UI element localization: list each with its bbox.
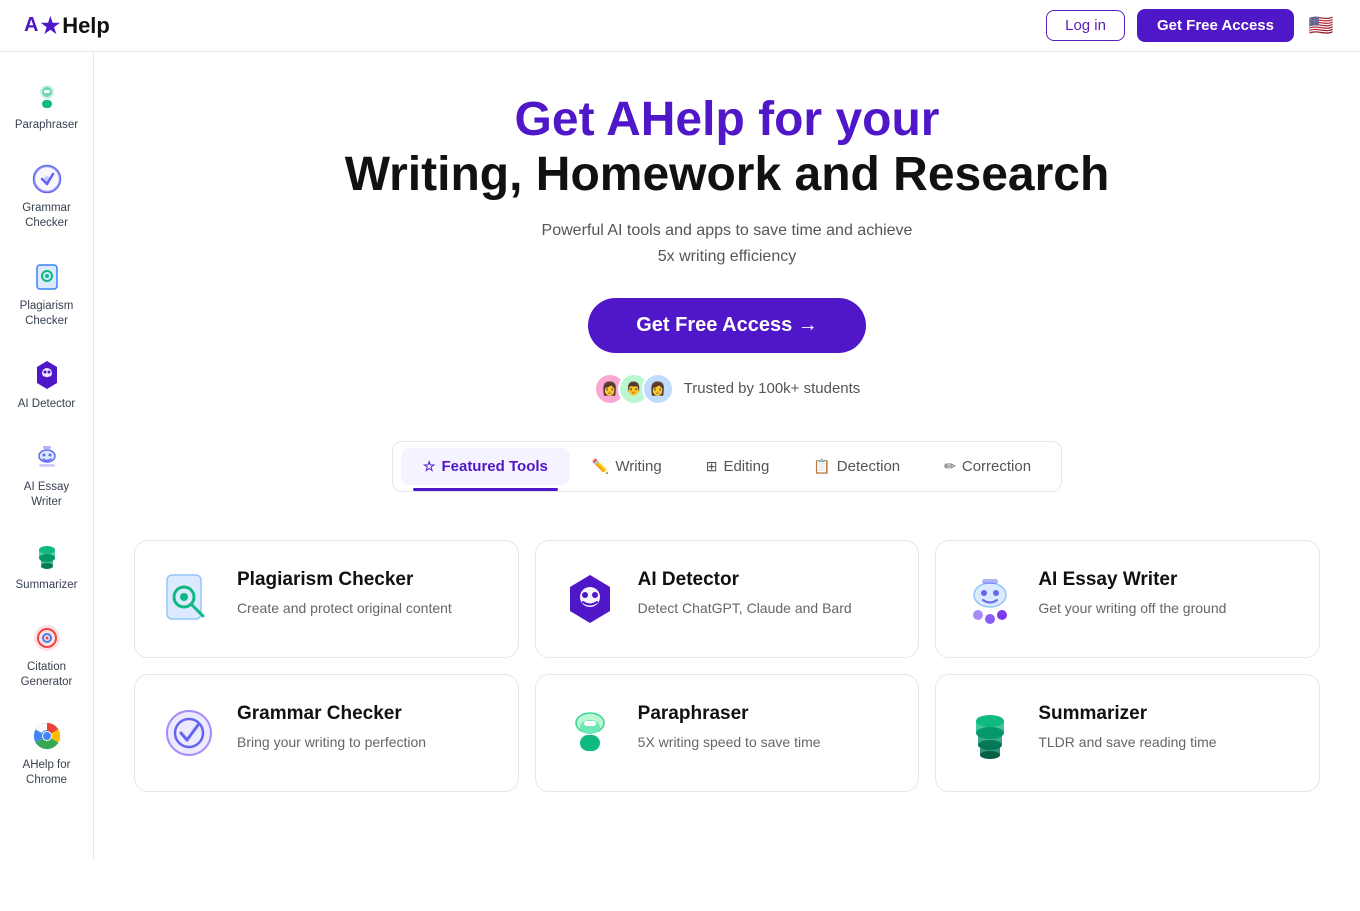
login-button[interactable]: Log in [1046, 10, 1125, 41]
sidebar-item-label: Paraphraser [15, 118, 78, 133]
ai-detector-icon [29, 357, 65, 393]
sidebar-item-ahelp-chrome[interactable]: AHelp for Chrome [6, 708, 88, 798]
tool-card-grammar-checker[interactable]: Grammar Checker Bring your writing to pe… [134, 674, 519, 792]
sidebar-item-ai-essay-writer[interactable]: AI Essay Writer [6, 430, 88, 520]
tool-card-title: AI Essay Writer [1038, 569, 1295, 591]
paraphraser-card-icon [560, 703, 620, 763]
tools-grid: Plagiarism Checker Create and protect or… [134, 540, 1320, 792]
paraphraser-icon [29, 78, 65, 114]
tool-card-title: Paraphraser [638, 703, 895, 725]
sidebar-item-summarizer[interactable]: Summarizer [6, 528, 88, 603]
editing-tab-label: Editing [723, 458, 769, 475]
tool-card-info: Grammar Checker Bring your writing to pe… [237, 703, 494, 753]
sidebar-item-label: AI Detector [18, 397, 76, 412]
tool-card-desc: Detect ChatGPT, Claude and Bard [638, 599, 895, 619]
logo-wordmark: Help [62, 13, 110, 39]
plagiarism-icon [29, 259, 65, 295]
app-layout: Paraphraser Grammar Checker [0, 52, 1360, 859]
writing-tab-label: Writing [615, 458, 661, 475]
header: A★Help Log in Get Free Access 🇺🇸 [0, 0, 1360, 52]
hero-title-line2: Writing, Homework and Research [134, 147, 1320, 202]
sidebar-item-citation-generator[interactable]: Citation Generator [6, 610, 88, 700]
tool-card-desc: TLDR and save reading time [1038, 733, 1295, 753]
tool-card-info: Paraphraser 5X writing speed to save tim… [638, 703, 895, 753]
main-content: Get AHelp for your Writing, Homework and… [94, 52, 1360, 859]
writing-tab-icon: ✏️ [592, 458, 609, 475]
trusted-text: Trusted by 100k+ students [684, 380, 861, 397]
featured-tab-label: Featured Tools [441, 458, 547, 475]
sidebar: Paraphraser Grammar Checker [0, 52, 94, 859]
logo[interactable]: A★Help [24, 13, 110, 39]
tab-featured[interactable]: ☆ Featured Tools [401, 448, 570, 485]
citation-icon [29, 620, 65, 656]
tool-card-info: AI Detector Detect ChatGPT, Claude and B… [638, 569, 895, 619]
logo-star: A [24, 14, 38, 37]
grammar-card-icon [159, 703, 219, 763]
tool-card-paraphraser[interactable]: Paraphraser 5X writing speed to save tim… [535, 674, 920, 792]
correction-tab-icon: ✏ [944, 458, 956, 475]
correction-tab-label: Correction [962, 458, 1031, 475]
tool-card-desc: Create and protect original content [237, 599, 494, 619]
sidebar-item-label: Citation Generator [12, 660, 82, 690]
essay-card-icon [960, 569, 1020, 629]
tool-card-summarizer[interactable]: Summarizer TLDR and save reading time [935, 674, 1320, 792]
avatar-3: 👩 [642, 373, 674, 405]
editing-tab-icon: ⊞ [706, 458, 718, 475]
get-free-access-button[interactable]: Get Free Access [1137, 9, 1294, 42]
tool-card-ai-detector[interactable]: AI Detector Detect ChatGPT, Claude and B… [535, 540, 920, 658]
tool-tabs: ☆ Featured Tools ✏️ Writing ⊞ Editing 📋 … [392, 441, 1062, 492]
sidebar-item-label: AHelp for Chrome [12, 758, 82, 788]
chrome-icon [29, 718, 65, 754]
sidebar-item-label: AI Essay Writer [12, 480, 82, 510]
sidebar-item-label: Summarizer [16, 578, 78, 593]
tool-card-title: Plagiarism Checker [237, 569, 494, 591]
tool-card-desc: Get your writing off the ground [1038, 599, 1295, 619]
tool-card-ai-essay-writer[interactable]: AI Essay Writer Get your writing off the… [935, 540, 1320, 658]
tool-card-title: Grammar Checker [237, 703, 494, 725]
tab-editing[interactable]: ⊞ Editing [684, 448, 792, 485]
logo-star-icon: ★ [40, 13, 60, 39]
tab-correction[interactable]: ✏ Correction [922, 448, 1053, 485]
tab-writing[interactable]: ✏️ Writing [570, 448, 684, 485]
tool-card-desc: Bring your writing to perfection [237, 733, 494, 753]
tool-card-info: AI Essay Writer Get your writing off the… [1038, 569, 1295, 619]
essay-icon [29, 440, 65, 476]
hero-cta-button[interactable]: Get Free Access → [588, 298, 866, 353]
detection-tab-icon: 📋 [813, 458, 830, 475]
sidebar-item-paraphraser[interactable]: Paraphraser [6, 68, 88, 143]
hero-subtitle: Powerful AI tools and apps to save time … [134, 218, 1320, 269]
tool-card-desc: 5X writing speed to save time [638, 733, 895, 753]
tool-card-title: Summarizer [1038, 703, 1295, 725]
sidebar-item-label: Plagiarism Checker [12, 299, 82, 329]
tab-detection[interactable]: 📋 Detection [791, 448, 922, 485]
student-avatars: 👩 👨 👩 [594, 373, 674, 405]
trusted-section: 👩 👨 👩 Trusted by 100k+ students [134, 373, 1320, 405]
summarizer-icon [29, 538, 65, 574]
language-selector[interactable]: 🇺🇸 [1306, 11, 1336, 41]
detection-tab-label: Detection [837, 458, 900, 475]
sidebar-item-label: Grammar Checker [12, 201, 82, 231]
sidebar-item-ai-detector[interactable]: AI Detector [6, 347, 88, 422]
tool-card-plagiarism-checker[interactable]: Plagiarism Checker Create and protect or… [134, 540, 519, 658]
summarizer-card-icon [960, 703, 1020, 763]
sidebar-item-plagiarism-checker[interactable]: Plagiarism Checker [6, 249, 88, 339]
ai-detector-card-icon [560, 569, 620, 629]
sidebar-item-grammar-checker[interactable]: Grammar Checker [6, 151, 88, 241]
tool-card-title: AI Detector [638, 569, 895, 591]
featured-tab-icon: ☆ [423, 458, 436, 475]
tool-card-info: Plagiarism Checker Create and protect or… [237, 569, 494, 619]
grammar-icon [29, 161, 65, 197]
tool-card-info: Summarizer TLDR and save reading time [1038, 703, 1295, 753]
hero-title-line1: Get AHelp for your [134, 92, 1320, 147]
plagiarism-card-icon [159, 569, 219, 629]
header-actions: Log in Get Free Access 🇺🇸 [1046, 9, 1336, 42]
hero-section: Get AHelp for your Writing, Homework and… [134, 92, 1320, 405]
